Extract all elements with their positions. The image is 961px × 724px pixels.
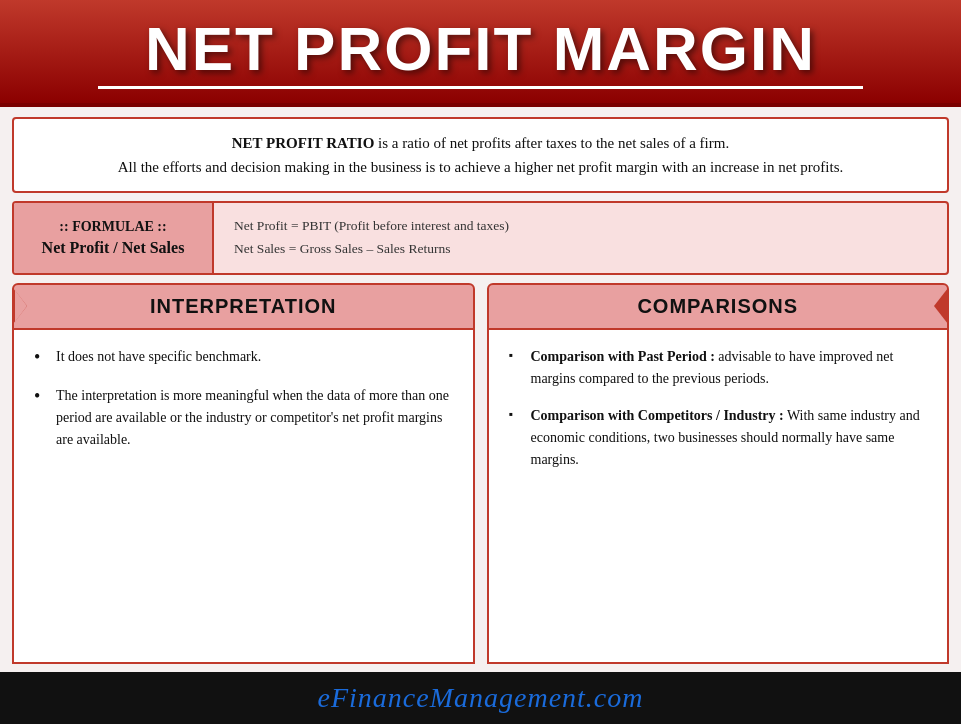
interpretation-text-1: It does not have specific benchmark. xyxy=(56,346,261,368)
formula-row: :: FORMULAE :: Net Profit / Net Sales Ne… xyxy=(12,201,949,275)
formula-line2: Net Sales = Gross Sales – Sales Returns xyxy=(234,238,927,261)
footer-text: eFinanceManagement.com xyxy=(20,682,941,714)
bullet-dot-2: • xyxy=(34,385,46,408)
comparisons-item-1: ▪ Comparison with Past Period : advisabl… xyxy=(509,346,928,389)
interpretation-item-1: • It does not have specific benchmark. xyxy=(34,346,453,369)
comparisons-header-text: COMPARISONS xyxy=(637,295,798,317)
interpretation-content: • It does not have specific benchmark. •… xyxy=(12,330,475,664)
description-line1: is a ratio of net profits after taxes to… xyxy=(374,135,729,151)
comparisons-item-2: ▪ Comparison with Competitors / Industry… xyxy=(509,405,928,470)
description-bold: NET PROFIT RATIO xyxy=(232,135,375,151)
interpretation-header-text: INTERPRETATION xyxy=(150,295,337,317)
interpretation-item-2: • The interpretation is more meaningful … xyxy=(34,385,453,450)
comparisons-list: ▪ Comparison with Past Period : advisabl… xyxy=(509,346,928,470)
interpretation-header: INTERPRETATION xyxy=(12,283,475,330)
comparisons-header: COMPARISONS xyxy=(487,283,950,330)
comparisons-text-2: Comparison with Competitors / Industry :… xyxy=(531,405,928,470)
interpretation-text-2: The interpretation is more meaningful wh… xyxy=(56,385,453,450)
comparisons-bold-1: Comparison with Past Period : xyxy=(531,349,715,364)
description-text: NET PROFIT RATIO is a ratio of net profi… xyxy=(34,131,927,179)
main-container: NET PROFIT MARGIN NET PROFIT RATIO is a … xyxy=(0,0,961,724)
footer: eFinanceManagement.com xyxy=(0,672,961,724)
formula-right: Net Profit = PBIT (Profit before interes… xyxy=(214,203,947,273)
title-banner: NET PROFIT MARGIN xyxy=(0,0,961,107)
interpretation-list: • It does not have specific benchmark. •… xyxy=(34,346,453,450)
interpretation-column: INTERPRETATION • It does not have specif… xyxy=(12,283,475,664)
main-title: NET PROFIT MARGIN xyxy=(30,18,931,80)
bullet-square-2: ▪ xyxy=(509,405,521,424)
comparisons-text-1: Comparison with Past Period : advisable … xyxy=(531,346,928,389)
formula-label: :: FORMULAE :: xyxy=(34,219,192,235)
bullet-square-1: ▪ xyxy=(509,346,521,365)
formula-value: Net Profit / Net Sales xyxy=(34,239,192,257)
formula-line1: Net Profit = PBIT (Profit before interes… xyxy=(234,215,927,238)
formula-left: :: FORMULAE :: Net Profit / Net Sales xyxy=(14,203,214,273)
title-underline xyxy=(98,86,864,89)
comparisons-column: COMPARISONS ▪ Comparison with Past Perio… xyxy=(487,283,950,664)
description-box: NET PROFIT RATIO is a ratio of net profi… xyxy=(12,117,949,193)
bullet-dot-1: • xyxy=(34,346,46,369)
comparisons-content: ▪ Comparison with Past Period : advisabl… xyxy=(487,330,950,664)
comparisons-bold-2: Comparison with Competitors / Industry : xyxy=(531,408,784,423)
two-column-section: INTERPRETATION • It does not have specif… xyxy=(12,283,949,664)
description-line2: All the efforts and decision making in t… xyxy=(118,159,844,175)
